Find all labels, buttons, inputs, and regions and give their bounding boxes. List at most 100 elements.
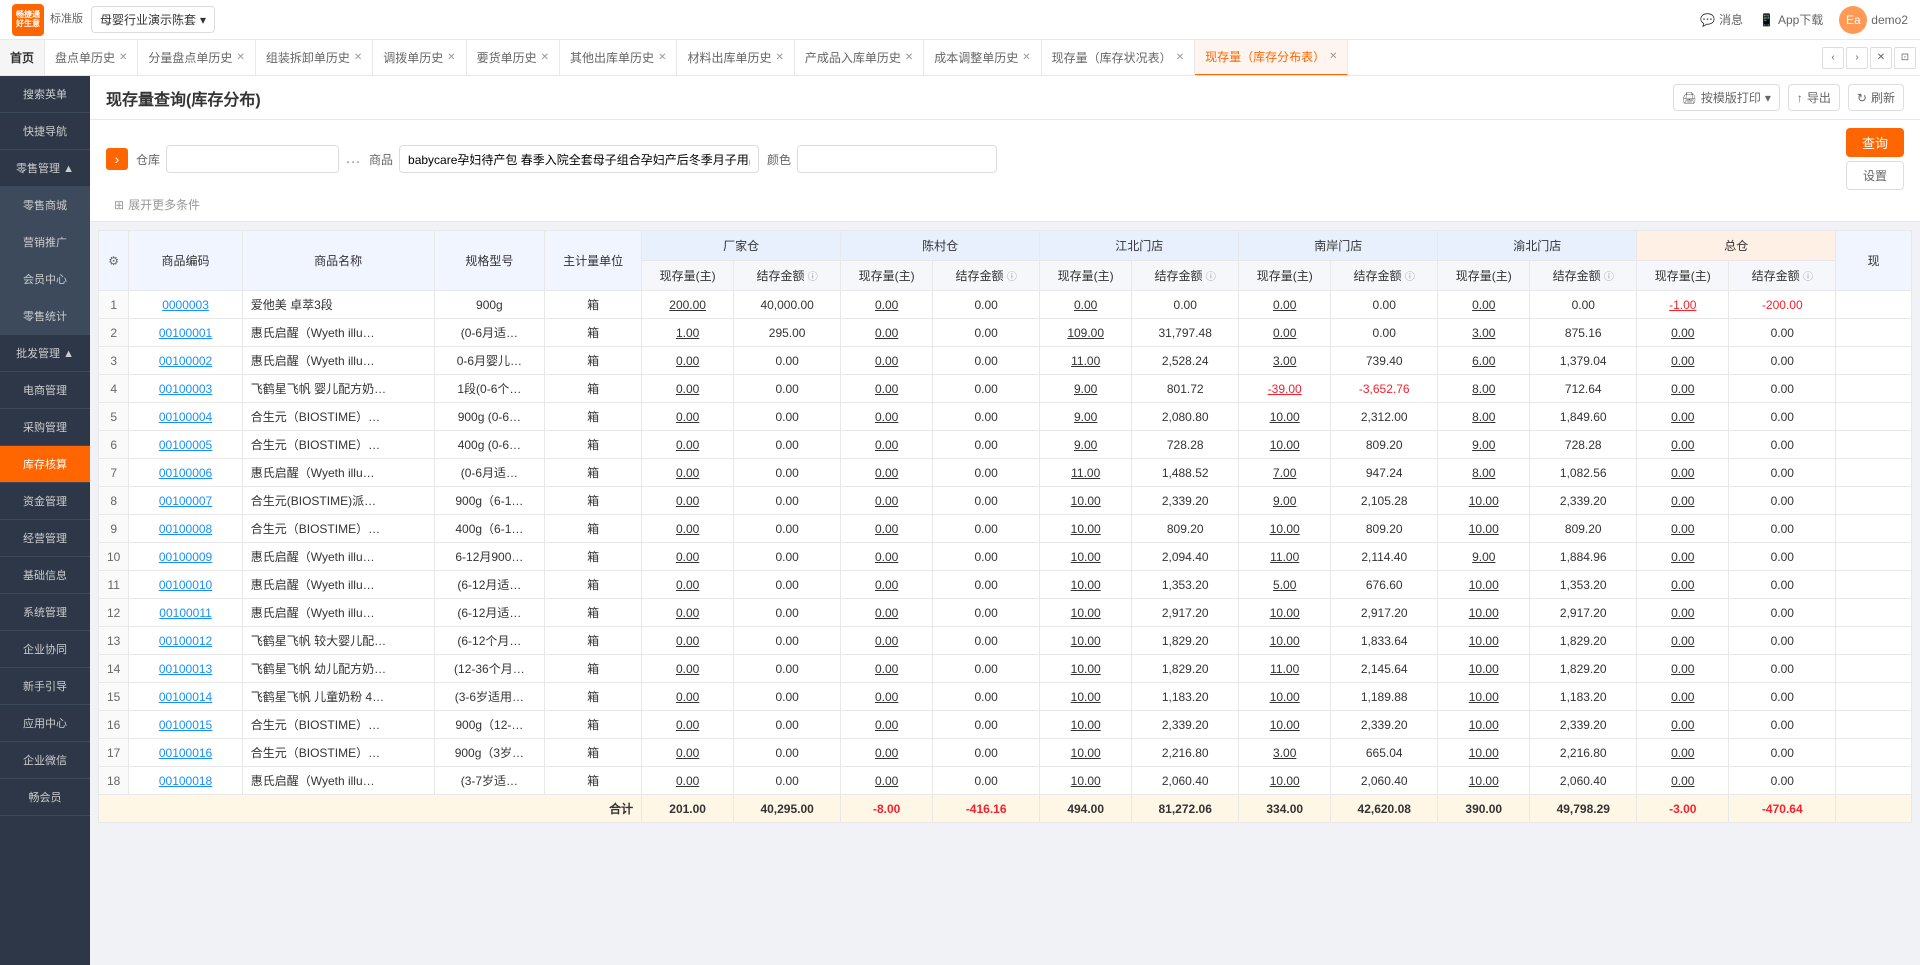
cell-code[interactable]: 00100005 (129, 431, 242, 459)
sidebar-item-system[interactable]: 系统管理 (0, 594, 90, 631)
sidebar-item-retail-shop[interactable]: 零售商城 (0, 187, 90, 224)
tab-next-button[interactable]: › (1846, 47, 1868, 69)
cell-code[interactable]: 00100014 (129, 683, 242, 711)
setting-button[interactable]: 设置 (1846, 161, 1904, 190)
cell-nanan-stock[interactable]: 10.00 (1239, 627, 1331, 655)
cell-total-stock[interactable]: 0.00 (1637, 543, 1729, 571)
cell-code[interactable]: 00100015 (129, 711, 242, 739)
filter-expand-button[interactable]: › (106, 148, 128, 170)
cell-total-stock[interactable]: 0.00 (1637, 375, 1729, 403)
tab-material-out[interactable]: 材料出库单历史✕ (677, 40, 794, 76)
cell-jiangbei-stock[interactable]: 10.00 (1040, 767, 1132, 795)
cell-nanan-stock[interactable]: 3.00 (1239, 739, 1331, 767)
cell-chenfu-stock[interactable]: 0.00 (841, 431, 933, 459)
sidebar-item-guide[interactable]: 新手引导 (0, 668, 90, 705)
cell-total-stock[interactable]: 0.00 (1637, 319, 1729, 347)
cell-jiangbei-stock[interactable]: 10.00 (1040, 599, 1132, 627)
cell-factory-stock[interactable]: 0.00 (642, 767, 734, 795)
cell-total-stock[interactable]: 0.00 (1637, 571, 1729, 599)
sidebar-item-finance[interactable]: 资金管理 (0, 483, 90, 520)
cell-jiangbei-stock[interactable]: 10.00 (1040, 571, 1132, 599)
cell-code[interactable]: 00100007 (129, 487, 242, 515)
cell-factory-stock[interactable]: 0.00 (642, 543, 734, 571)
cell-factory-stock[interactable]: 0.00 (642, 683, 734, 711)
cell-code[interactable]: 00100013 (129, 655, 242, 683)
sidebar-item-operations[interactable]: 经营管理 (0, 520, 90, 557)
query-button[interactable]: 查询 (1846, 128, 1904, 157)
tab-assemble[interactable]: 组装拆卸单历史✕ (256, 40, 373, 76)
cell-factory-stock[interactable]: 0.00 (642, 375, 734, 403)
cell-total-stock[interactable]: 0.00 (1637, 431, 1729, 459)
cell-yuibei-stock[interactable]: 10.00 (1438, 711, 1530, 739)
close-icon[interactable]: ✕ (658, 52, 666, 63)
cell-yuibei-stock[interactable]: 8.00 (1438, 375, 1530, 403)
cell-chenfu-stock[interactable]: 0.00 (841, 347, 933, 375)
cell-factory-stock[interactable]: 0.00 (642, 487, 734, 515)
sidebar-item-wechat[interactable]: 企业微信 (0, 742, 90, 779)
close-icon[interactable]: ✕ (119, 52, 127, 63)
user-area[interactable]: Ea demo2 (1839, 6, 1908, 34)
tab-cost-adjust[interactable]: 成本调整单历史✕ (924, 40, 1041, 76)
app-download-button[interactable]: 📱 App下载 (1759, 11, 1823, 28)
sidebar-item-inventory[interactable]: 库存核算 (0, 446, 90, 483)
cell-total-stock[interactable]: 0.00 (1637, 403, 1729, 431)
cell-jiangbei-stock[interactable]: 10.00 (1040, 627, 1132, 655)
warehouse-input[interactable] (166, 145, 339, 173)
cell-jiangbei-stock[interactable]: 10.00 (1040, 515, 1132, 543)
cell-nanan-stock[interactable]: 0.00 (1239, 319, 1331, 347)
cell-factory-stock[interactable]: 0.00 (642, 431, 734, 459)
cell-yuibei-stock[interactable]: 9.00 (1438, 543, 1530, 571)
cell-total-stock[interactable]: 0.00 (1637, 683, 1729, 711)
tab-home[interactable]: 首页 (0, 40, 45, 76)
cell-factory-stock[interactable]: 0.00 (642, 571, 734, 599)
refresh-button[interactable]: ↻ 刷新 (1848, 84, 1904, 111)
sidebar-item-nav[interactable]: 快捷导航 (0, 113, 90, 150)
cell-yuibei-stock[interactable]: 10.00 (1438, 515, 1530, 543)
cell-chenfu-stock[interactable]: 0.00 (841, 543, 933, 571)
cell-nanan-stock[interactable]: 10.00 (1239, 515, 1331, 543)
cell-total-stock[interactable]: 0.00 (1637, 627, 1729, 655)
sidebar-item-marketing[interactable]: 营销推广 (0, 224, 90, 261)
cell-code[interactable]: 00100002 (129, 347, 242, 375)
close-icon[interactable]: ✕ (905, 52, 913, 63)
cell-nanan-stock[interactable]: 10.00 (1239, 711, 1331, 739)
close-icon[interactable]: ✕ (775, 52, 783, 63)
close-icon[interactable]: ✕ (1329, 51, 1337, 62)
cell-yuibei-stock[interactable]: 10.00 (1438, 627, 1530, 655)
warehouse-dots[interactable]: … (345, 150, 361, 168)
cell-nanan-stock[interactable]: 11.00 (1239, 543, 1331, 571)
cell-chenfu-stock[interactable]: 0.00 (841, 291, 933, 319)
cell-nanan-stock[interactable]: 3.00 (1239, 347, 1331, 375)
cell-total-stock[interactable]: 0.00 (1637, 655, 1729, 683)
cell-chenfu-stock[interactable]: 0.00 (841, 571, 933, 599)
cell-nanan-stock[interactable]: 5.00 (1239, 571, 1331, 599)
print-button[interactable]: 🖨 按模版打印 ▾ (1673, 84, 1780, 111)
expand-condition-button[interactable]: ⊞ 展开更多条件 (114, 196, 200, 213)
sidebar-item-search[interactable]: 搜索英单 (0, 76, 90, 113)
tab-close-button[interactable]: ✕ (1870, 47, 1892, 69)
cell-total-stock[interactable]: 0.00 (1637, 487, 1729, 515)
cell-code[interactable]: 00100009 (129, 543, 242, 571)
sidebar-item-wholesale[interactable]: 批发管理 ▲ (0, 335, 90, 372)
tab-inventory-count[interactable]: 盘点单历史✕ (45, 40, 138, 76)
th-settings[interactable]: ⚙ (99, 231, 129, 291)
cell-jiangbei-stock[interactable]: 9.00 (1040, 403, 1132, 431)
cell-yuibei-stock[interactable]: 10.00 (1438, 599, 1530, 627)
color-input[interactable] (797, 145, 997, 173)
tab-transfer[interactable]: 调拨单历史✕ (373, 40, 466, 76)
cell-code[interactable]: 00100016 (129, 739, 242, 767)
close-icon[interactable]: ✕ (1176, 52, 1184, 63)
close-icon[interactable]: ✕ (541, 52, 549, 63)
cell-factory-stock[interactable]: 0.00 (642, 739, 734, 767)
cell-jiangbei-stock[interactable]: 10.00 (1040, 739, 1132, 767)
cell-chenfu-stock[interactable]: 0.00 (841, 515, 933, 543)
cell-chenfu-stock[interactable]: 0.00 (841, 487, 933, 515)
industry-selector[interactable]: 母婴行业演示陈套 ▾ (91, 6, 215, 33)
cell-chenfu-stock[interactable]: 0.00 (841, 655, 933, 683)
close-icon[interactable]: ✕ (236, 52, 244, 63)
cell-yuibei-stock[interactable]: 10.00 (1438, 767, 1530, 795)
sidebar-item-member[interactable]: 会员中心 (0, 261, 90, 298)
tab-stock-status[interactable]: 现存量（库存状况表）✕ (1042, 40, 1195, 76)
cell-yuibei-stock[interactable]: 3.00 (1438, 319, 1530, 347)
cell-jiangbei-stock[interactable]: 10.00 (1040, 655, 1132, 683)
